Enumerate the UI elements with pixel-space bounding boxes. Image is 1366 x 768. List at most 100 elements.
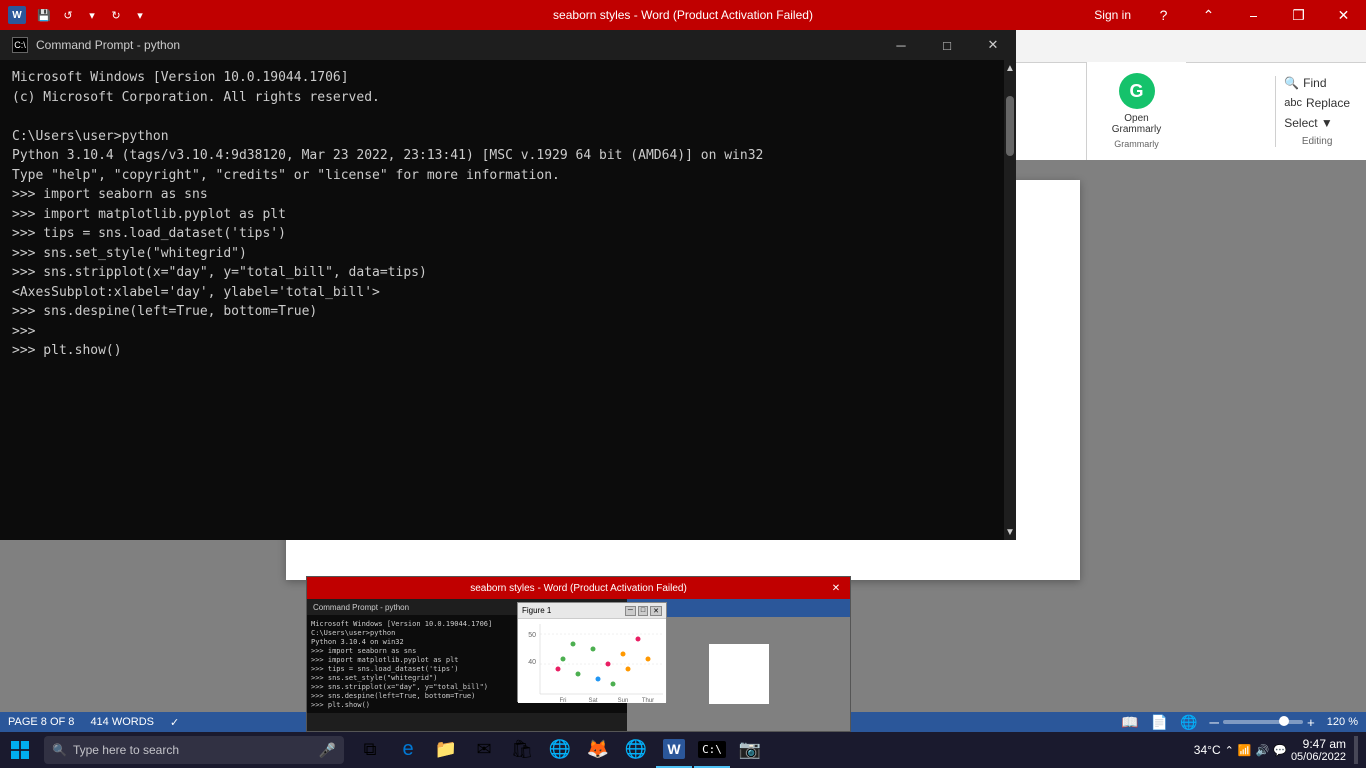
scatter-plot: 50 40 [518,619,666,703]
close-button[interactable]: ✕ [1321,0,1366,30]
store-icon: 🛍 [511,739,534,760]
figure-title-text: Figure 1 [522,606,551,615]
mini-cmd-text: Microsoft Windows [Version 10.0.19044.17… [311,620,492,709]
scroll-up-arrow[interactable]: ▲ [1004,60,1016,76]
figure-in-mini: Figure 1 ─ □ ✕ 50 40 [517,602,667,702]
find-label: Find [1303,76,1326,90]
scrollbar-thumb[interactable] [1006,96,1014,156]
system-icons: 34°C ⌃ 📶 🔊 💬 [1194,743,1287,757]
figure-close-button[interactable]: ✕ [650,606,662,616]
taskbar-chrome2[interactable]: 🌐 [618,732,654,768]
help-button[interactable]: ? [1141,0,1186,30]
chrome-icon: 🌐 [549,739,571,760]
mail-icon: ✉ [476,739,491,760]
sign-in-link[interactable]: Sign in [1084,0,1141,30]
taskbar-chrome[interactable]: 🌐 [542,732,578,768]
undo-dropdown[interactable]: ▾ [82,5,102,25]
svg-text:Fri: Fri [560,698,567,703]
zoom-in-button[interactable]: + [1307,715,1315,730]
cmd-scrollbar: ▲ ▼ [1004,60,1016,540]
page-info: PAGE 8 OF 8 [8,716,74,728]
taskbar-apps: ⧉ e 📁 ✉ 🛍 🌐 🦊 🌐 W [352,732,768,768]
figure-minimize-button[interactable]: ─ [625,606,636,616]
scroll-down-arrow[interactable]: ▼ [1004,524,1016,540]
figure-maximize-button[interactable]: □ [638,606,648,616]
volume-icon[interactable]: 🔊 [1256,744,1270,757]
taskbar-word[interactable]: W [656,732,692,768]
replace-button[interactable]: abc Replace [1284,96,1350,110]
chevron-up-icon[interactable]: ⌃ [1225,744,1234,757]
show-desktop-button[interactable] [1354,736,1358,764]
taskbar-right: 34°C ⌃ 📶 🔊 💬 9:47 am 05/06/2022 [1194,736,1366,764]
search-icon: 🔍 [52,743,67,757]
grammarly-sublabel: Grammarly [1114,139,1159,149]
camera-icon: 📷 [739,739,761,760]
svg-text:Thur: Thur [642,698,654,703]
status-right: 📖 📄 🌐 ─ + 120 % [1121,714,1358,731]
web-layout-button[interactable]: 🌐 [1180,714,1197,731]
select-button[interactable]: Select ▼ [1284,116,1350,130]
svg-text:50: 50 [528,632,536,639]
weather-temp: 34°C [1194,743,1221,757]
taskbar-explorer[interactable]: 📁 [428,732,464,768]
explorer-icon: 📁 [435,739,457,760]
network-icon: 📶 [1238,744,1252,757]
clock-time: 9:47 am [1291,737,1346,751]
cmd-window: C:\ Command Prompt - python ─ □ ✕ Micros… [0,30,1016,540]
taskbar-firefox[interactable]: 🦊 [580,732,616,768]
zoom-track [1223,720,1303,724]
taskbar-store[interactable]: 🛍 [504,732,540,768]
undo-button[interactable]: ↺ [58,5,78,25]
cmd-taskbar-icon: C:\ [698,741,726,758]
grammarly-icon[interactable]: G [1119,73,1155,109]
customize-button[interactable]: ▾ [130,5,150,25]
clock-date: 05/06/2022 [1291,751,1346,763]
taskbar-mail[interactable]: ✉ [466,732,502,768]
figure-titlebar: Figure 1 ─ □ ✕ [518,603,666,619]
redo-button[interactable]: ↻ [106,5,126,25]
mini-title-text: seaborn styles - Word (Product Activatio… [470,583,687,594]
maximize-button[interactable]: ❐ [1276,0,1321,30]
taskbar-edge[interactable]: e [390,732,426,768]
svg-text:Sat: Sat [588,698,597,703]
cmd-close[interactable]: ✕ [970,30,1016,60]
minimize-button[interactable]: ⎯ [1231,0,1276,30]
title-bar-controls: Sign in ? ⌃ ⎯ ❐ ✕ [1084,0,1366,30]
editing-label: Editing [1284,136,1350,147]
start-button[interactable] [0,732,40,768]
proofing-icon: ✓ [170,716,179,729]
print-layout-button[interactable]: 📄 [1151,714,1168,731]
cmd-content[interactable]: Microsoft Windows [Version 10.0.19044.17… [0,60,1004,540]
cmd-icon: C:\ [12,37,28,53]
zoom-slider[interactable]: ─ + [1210,715,1315,730]
read-mode-button[interactable]: 📖 [1121,714,1138,731]
figure-content: 50 40 [518,619,666,703]
taskbar-clock[interactable]: 9:47 am 05/06/2022 [1291,737,1346,763]
zoom-level: 120 % [1327,716,1358,728]
task-view-icon: ⧉ [364,739,377,760]
taskbar-cmd[interactable]: C:\ [694,732,730,768]
title-bar-left: W 💾 ↺ ▾ ↻ ▾ [0,0,150,30]
save-button[interactable]: 💾 [34,5,54,25]
zoom-out-button[interactable]: ─ [1210,715,1219,730]
find-button[interactable]: 🔍 Find [1284,76,1350,90]
cmd-maximize[interactable]: □ [924,30,970,60]
ribbon-toggle[interactable]: ⌃ [1186,0,1231,30]
taskbar-search[interactable]: 🔍 Type here to search 🎤 [44,736,344,764]
svg-text:40: 40 [528,659,536,666]
replace-icon: abc [1284,97,1302,109]
mini-close-button[interactable]: ✕ [822,577,850,599]
search-placeholder-text: Type here to search [73,743,179,757]
taskbar-camera[interactable]: 📷 [732,732,768,768]
chrome2-icon: 🌐 [625,739,647,760]
cmd-title: Command Prompt - python [36,38,180,52]
window-title: seaborn styles - Word (Product Activatio… [553,8,813,22]
grammarly-label: OpenGrammarly [1112,113,1161,135]
title-bar: W 💾 ↺ ▾ ↻ ▾ seaborn styles - Word (Produ… [0,0,1366,30]
cmd-body: Microsoft Windows [Version 10.0.19044.17… [0,60,1016,540]
cmd-title-controls: ─ □ ✕ [878,30,1016,60]
notifications-icon[interactable]: 💬 [1273,744,1287,757]
select-label: Select ▼ [1284,116,1333,130]
cmd-minimize[interactable]: ─ [878,30,924,60]
taskbar-task-view[interactable]: ⧉ [352,732,388,768]
